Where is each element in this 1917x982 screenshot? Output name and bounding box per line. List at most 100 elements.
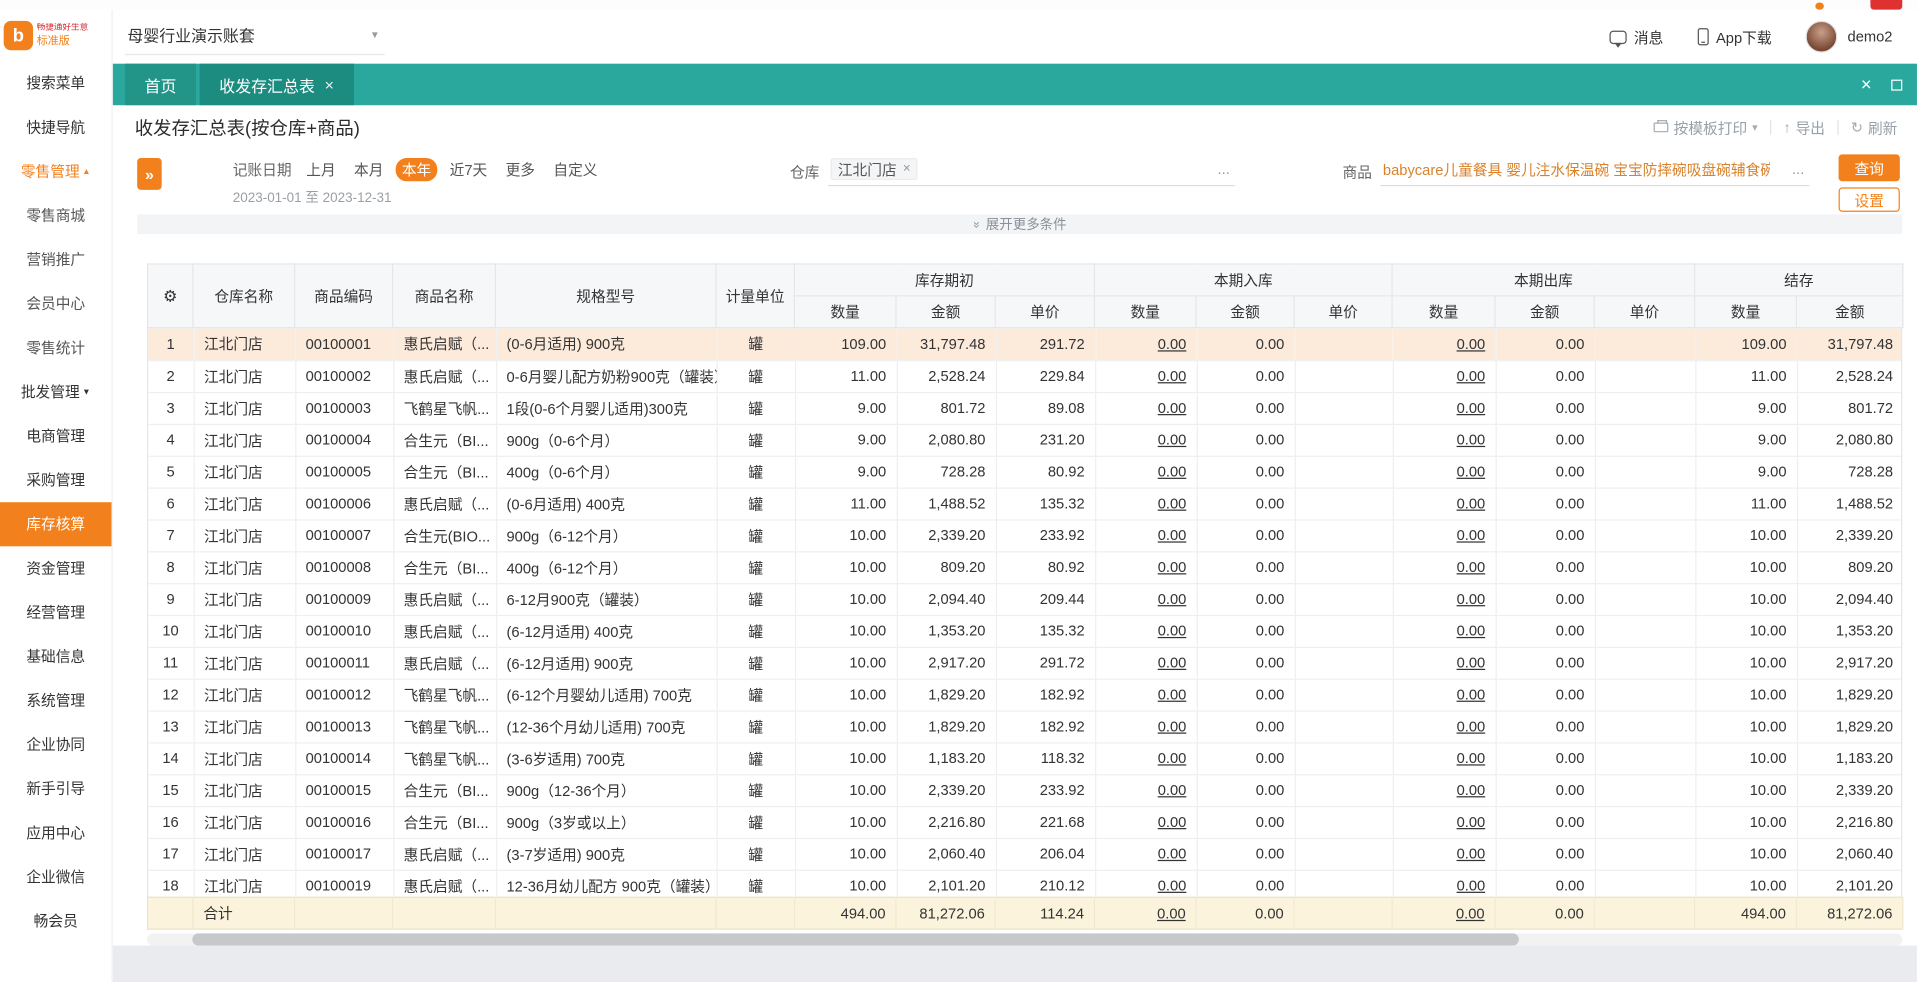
date-chip[interactable]: 本月 xyxy=(348,158,390,181)
col-header-warehouse[interactable]: 仓库名称 xyxy=(192,263,296,329)
drilldown-link[interactable]: 0.00 xyxy=(1158,367,1187,384)
drilldown-link[interactable]: 0.00 xyxy=(1158,718,1187,735)
drilldown-link[interactable]: 0.00 xyxy=(1457,559,1486,576)
table-row[interactable]: 8 江北门店 00100008 合生元（BI... 400g（6-12个月）罐 10.00… xyxy=(148,551,1902,584)
drilldown-link[interactable]: 0.00 xyxy=(1157,905,1186,922)
drilldown-link[interactable]: 0.00 xyxy=(1457,654,1486,671)
table-row[interactable]: 3 江北门店 00100003 飞鹤星飞帆... 1段(0-6个月婴儿适用)300克罐 9… xyxy=(148,391,1902,425)
date-chip[interactable]: 近7天 xyxy=(443,158,493,181)
drilldown-link[interactable]: 0.00 xyxy=(1457,431,1486,448)
drilldown-link[interactable]: 0.00 xyxy=(1158,654,1187,671)
date-chip[interactable]: 上月 xyxy=(300,158,342,181)
table-row[interactable]: 14 江北门店 00100014 飞鹤星飞帆... (3-6岁适用) 700克罐 10.0… xyxy=(148,742,1902,775)
drilldown-link[interactable]: 0.00 xyxy=(1457,527,1486,544)
drilldown-link[interactable]: 0.00 xyxy=(1158,399,1187,416)
drilldown-link[interactable]: 0.00 xyxy=(1457,335,1486,352)
export-button[interactable]: ↑ 导出 xyxy=(1783,117,1825,138)
drilldown-link[interactable]: 0.00 xyxy=(1457,622,1486,639)
scrollbar-thumb[interactable] xyxy=(192,933,1519,946)
drilldown-link[interactable]: 0.00 xyxy=(1457,399,1486,416)
date-chip[interactable]: 更多 xyxy=(499,158,541,181)
drilldown-link[interactable]: 0.00 xyxy=(1158,495,1187,512)
date-chip[interactable]: 本年 xyxy=(395,158,438,182)
sidebar-item-search-menu[interactable]: 搜索菜单 xyxy=(0,61,111,105)
sub-header-inbound-price[interactable]: 单价 xyxy=(1293,295,1393,329)
date-chip[interactable]: 自定义 xyxy=(547,158,603,181)
sidebar-item-quick-nav[interactable]: 快捷导航 xyxy=(0,105,111,149)
col-header-unit[interactable]: 计量单位 xyxy=(715,263,795,329)
col-header-spec[interactable]: 规格型号 xyxy=(494,263,717,329)
drilldown-link[interactable]: 0.00 xyxy=(1158,559,1187,576)
sub-header-outbound-amount[interactable]: 金额 xyxy=(1494,295,1595,329)
sub-header-opening-amount[interactable]: 金额 xyxy=(895,295,996,329)
sidebar-item-basic-info[interactable]: 基础信息 xyxy=(0,634,111,678)
drilldown-link[interactable]: 0.00 xyxy=(1457,367,1486,384)
sidebar-item-ecommerce-mgmt[interactable]: 电商管理 xyxy=(0,414,111,458)
table-row[interactable]: 9 江北门店 00100009 惠氏启赋（... 6-12月900克（罐装）罐 10.00… xyxy=(148,583,1902,616)
table-row[interactable]: 12 江北门店 00100012 飞鹤星飞帆... (6-12个月婴幼儿适用) 700克… xyxy=(148,678,1902,712)
table-row[interactable]: 17 江北门店 00100017 惠氏启赋（... (3-7岁适用) 900克罐 10.0… xyxy=(148,837,1902,871)
drilldown-link[interactable]: 0.00 xyxy=(1457,495,1486,512)
table-row[interactable]: 10 江北门店 00100010 惠氏启赋（... (6-12月适用) 400克罐 10.… xyxy=(148,614,1902,648)
table-row[interactable]: 11 江北门店 00100011 惠氏启赋（... (6-12月适用) 900克罐 10.… xyxy=(148,646,1902,680)
product-more-ellipsis[interactable]: ... xyxy=(1785,160,1804,177)
warehouse-tag[interactable]: 江北门店 × xyxy=(830,158,919,181)
table-body-scroll[interactable]: 1 江北门店 00100001 惠氏启赋（... (0-6月适用) 900克罐 109.0… xyxy=(146,328,1903,897)
drilldown-link[interactable]: 0.00 xyxy=(1457,845,1486,862)
sidebar-item-retail-stats[interactable]: 零售统计 xyxy=(0,326,111,370)
drilldown-link[interactable]: 0.00 xyxy=(1457,877,1486,894)
table-row[interactable]: 4 江北门店 00100004 合生元（BI... 900g（0-6个月）罐 9.00 2,… xyxy=(148,423,1902,457)
table-row[interactable]: 13 江北门店 00100013 飞鹤星飞帆... (12-36个月幼儿适用) 700克… xyxy=(148,710,1902,743)
table-row[interactable]: 2 江北门店 00100002 惠氏启赋（... 0-6月婴儿配方奶粉900克（罐装）罐… xyxy=(148,360,1902,393)
sub-header-balance-qty[interactable]: 数量 xyxy=(1694,295,1798,329)
table-row[interactable]: 18 江北门店 00100019 惠氏启赋（... 12-36月幼儿配方 900克（罐装… xyxy=(148,869,1902,897)
close-icon[interactable]: × xyxy=(903,162,911,177)
table-row[interactable]: 7 江北门店 00100007 合生元(BIO... 900g（6-12个月）罐 10.0… xyxy=(148,519,1902,552)
close-icon[interactable]: × xyxy=(325,75,334,93)
table-row[interactable]: 15 江北门店 00100015 合生元（BI... 900g（12-36个月）罐 10.… xyxy=(148,774,1902,807)
sidebar-item-operation-mgmt[interactable]: 经营管理 xyxy=(0,590,111,634)
sidebar-item-retail-mall[interactable]: 零售商城 xyxy=(0,194,111,238)
drilldown-link[interactable]: 0.00 xyxy=(1457,463,1486,480)
sidebar-item-app-center[interactable]: 应用中心 xyxy=(0,811,111,855)
close-all-tabs-icon[interactable]: × xyxy=(1861,75,1872,93)
query-button[interactable]: 查询 xyxy=(1838,154,1900,182)
sidebar-item-retail-mgmt[interactable]: 零售管理 ▲ xyxy=(0,149,111,193)
fullscreen-icon[interactable] xyxy=(1891,79,1903,91)
col-header-product-code[interactable]: 商品编码 xyxy=(293,263,394,329)
sidebar-item-capital-mgmt[interactable]: 资金管理 xyxy=(0,546,111,590)
date-range[interactable]: 2023-01-01 至 2023-12-31 xyxy=(233,187,604,207)
drilldown-link[interactable]: 0.00 xyxy=(1158,877,1187,894)
expand-more-bar[interactable]: » 展开更多条件 xyxy=(137,214,1903,234)
drilldown-link[interactable]: 0.00 xyxy=(1158,590,1187,607)
refresh-button[interactable]: ↻ 刷新 xyxy=(1851,117,1898,138)
drilldown-link[interactable]: 0.00 xyxy=(1158,750,1187,767)
drilldown-link[interactable]: 0.00 xyxy=(1158,813,1187,830)
drilldown-link[interactable]: 0.00 xyxy=(1457,750,1486,767)
user-menu[interactable]: demo2 xyxy=(1805,20,1892,53)
sidebar-item-enterprise-wechat[interactable]: 企业微信 xyxy=(0,855,111,899)
drilldown-link[interactable]: 0.00 xyxy=(1456,905,1485,922)
drilldown-link[interactable]: 0.00 xyxy=(1158,335,1187,352)
sidebar-item-chang-member[interactable]: 畅会员 xyxy=(0,899,111,943)
tab-summary[interactable]: 收发存汇总表 × xyxy=(199,63,354,106)
sidebar-item-member-center[interactable]: 会员中心 xyxy=(0,282,111,326)
drilldown-link[interactable]: 0.00 xyxy=(1158,781,1187,798)
drilldown-link[interactable]: 0.00 xyxy=(1457,590,1486,607)
sidebar-item-wholesale-mgmt[interactable]: 批发管理 ▼ xyxy=(0,370,111,414)
sidebar-item-marketing[interactable]: 营销推广 xyxy=(0,238,111,282)
drilldown-link[interactable]: 0.00 xyxy=(1158,431,1187,448)
product-input[interactable]: babycare儿童餐具 婴儿注水保温碗 宝宝防摔碗吸盘碗辅食碗勺套装 雀湖绿 … xyxy=(1380,158,1810,187)
sub-header-balance-amount[interactable]: 金额 xyxy=(1795,295,1904,329)
sub-header-opening-price[interactable]: 单价 xyxy=(994,295,1096,329)
drilldown-link[interactable]: 0.00 xyxy=(1158,622,1187,639)
col-header-product-name[interactable]: 商品名称 xyxy=(391,263,497,329)
drilldown-link[interactable]: 0.00 xyxy=(1457,718,1486,735)
sidebar-item-newbie-guide[interactable]: 新手引导 xyxy=(0,767,111,811)
gear-icon[interactable]: ⚙ xyxy=(163,286,177,304)
drilldown-link[interactable]: 0.00 xyxy=(1158,845,1187,862)
print-by-template-button[interactable]: 按模板打印 ▾ xyxy=(1654,117,1758,138)
sidebar-item-system-mgmt[interactable]: 系统管理 xyxy=(0,679,111,723)
settings-button[interactable]: 设置 xyxy=(1838,187,1900,212)
sub-header-inbound-qty[interactable]: 数量 xyxy=(1093,295,1197,329)
